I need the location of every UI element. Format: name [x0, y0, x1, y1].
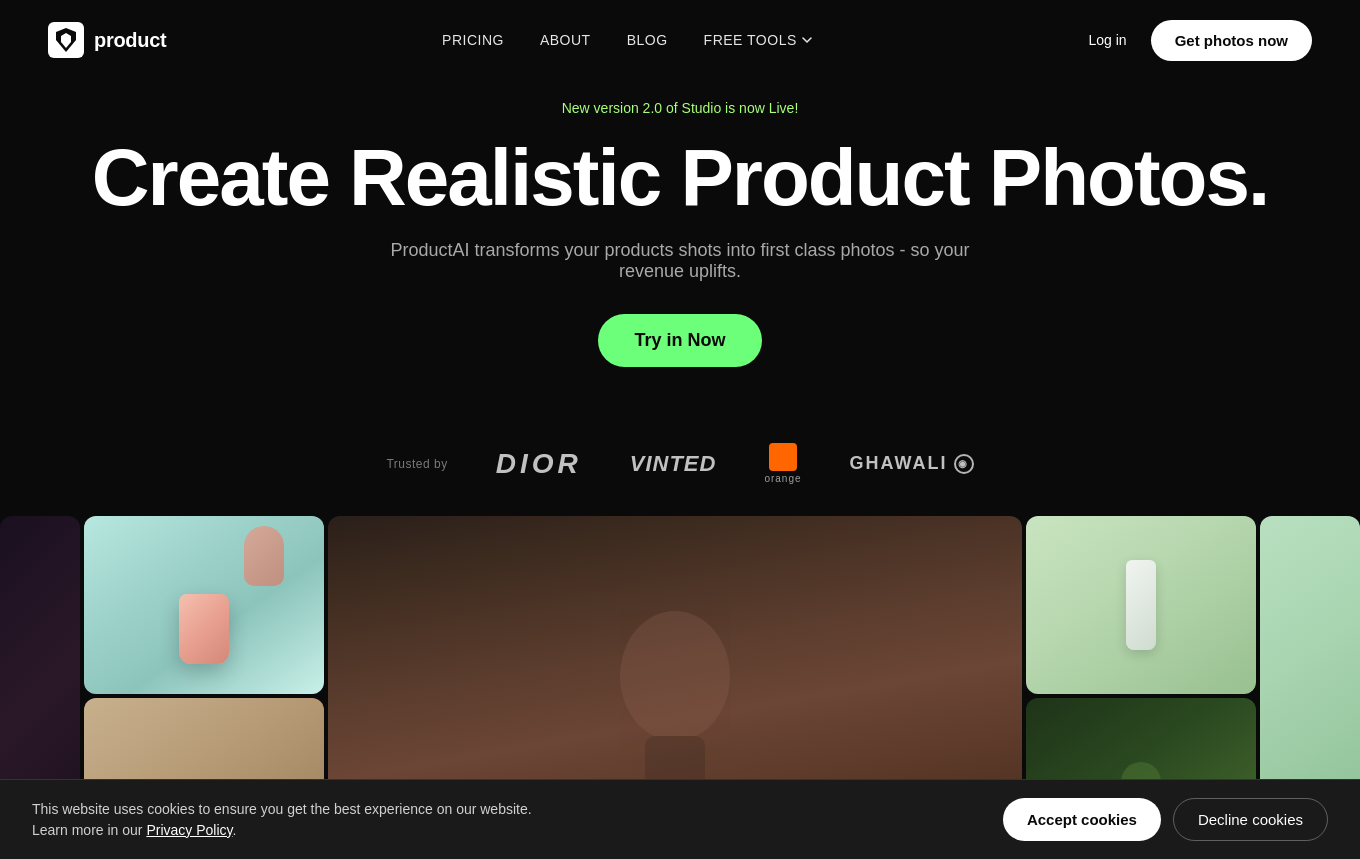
free-tools-link[interactable]: FREE TOOLS	[704, 32, 813, 48]
logo[interactable]: product	[48, 22, 166, 58]
privacy-policy-link[interactable]: Privacy Policy	[146, 822, 232, 838]
cookie-banner: This website uses cookies to ensure you …	[0, 779, 1360, 859]
gallery-serum-image	[1026, 516, 1256, 694]
login-button[interactable]: Log in	[1089, 32, 1127, 48]
nav-item-about[interactable]: ABOUT	[540, 31, 591, 49]
navbar: product PRICING ABOUT BLOG FREE TOOLS Lo…	[0, 0, 1360, 80]
hero-subtitle: ProductAI transforms your products shots…	[380, 240, 980, 282]
hero-badge: New version 2.0 of Studio is now Live!	[20, 100, 1340, 116]
perfume-bottle	[179, 594, 229, 664]
chevron-down-icon	[801, 34, 813, 46]
nav-right: Log in Get photos now	[1089, 20, 1312, 61]
logo-icon	[48, 22, 84, 58]
trusted-label: Trusted by	[386, 457, 447, 471]
trusted-row: Trusted by DIOR Vinted orange GHAWALI ◉	[0, 443, 1360, 484]
nav-item-pricing[interactable]: PRICING	[442, 31, 504, 49]
pricing-link[interactable]: PRICING	[442, 32, 504, 48]
cookie-buttons: Accept cookies Decline cookies	[1003, 798, 1328, 841]
dior-brand: DIOR	[496, 448, 582, 480]
sound-icon: ◉	[954, 454, 974, 474]
svg-point-1	[620, 611, 730, 741]
nav-item-free-tools[interactable]: FREE TOOLS	[704, 32, 813, 48]
about-link[interactable]: ABOUT	[540, 32, 591, 48]
nav-links: PRICING ABOUT BLOG FREE TOOLS	[442, 31, 813, 49]
orange-square-icon	[769, 443, 797, 471]
ghawali-brand: GHAWALI ◉	[850, 453, 974, 474]
vinted-brand: Vinted	[630, 451, 717, 477]
hand-element	[244, 526, 284, 586]
nav-item-blog[interactable]: BLOG	[627, 31, 668, 49]
serum-bottle	[1126, 560, 1156, 650]
cookie-text: This website uses cookies to ensure you …	[32, 799, 532, 841]
try-now-button[interactable]: Try in Now	[598, 314, 761, 367]
blog-link[interactable]: BLOG	[627, 32, 668, 48]
hero-section: New version 2.0 of Studio is now Live! C…	[0, 80, 1360, 407]
accept-cookies-button[interactable]: Accept cookies	[1003, 798, 1161, 841]
orange-text: orange	[764, 473, 801, 484]
orange-brand: orange	[764, 443, 801, 484]
get-photos-button[interactable]: Get photos now	[1151, 20, 1312, 61]
logo-text: product	[94, 29, 166, 52]
decline-cookies-button[interactable]: Decline cookies	[1173, 798, 1328, 841]
gallery-perfume-image	[84, 516, 324, 694]
hero-title: Create Realistic Product Photos.	[20, 136, 1340, 220]
